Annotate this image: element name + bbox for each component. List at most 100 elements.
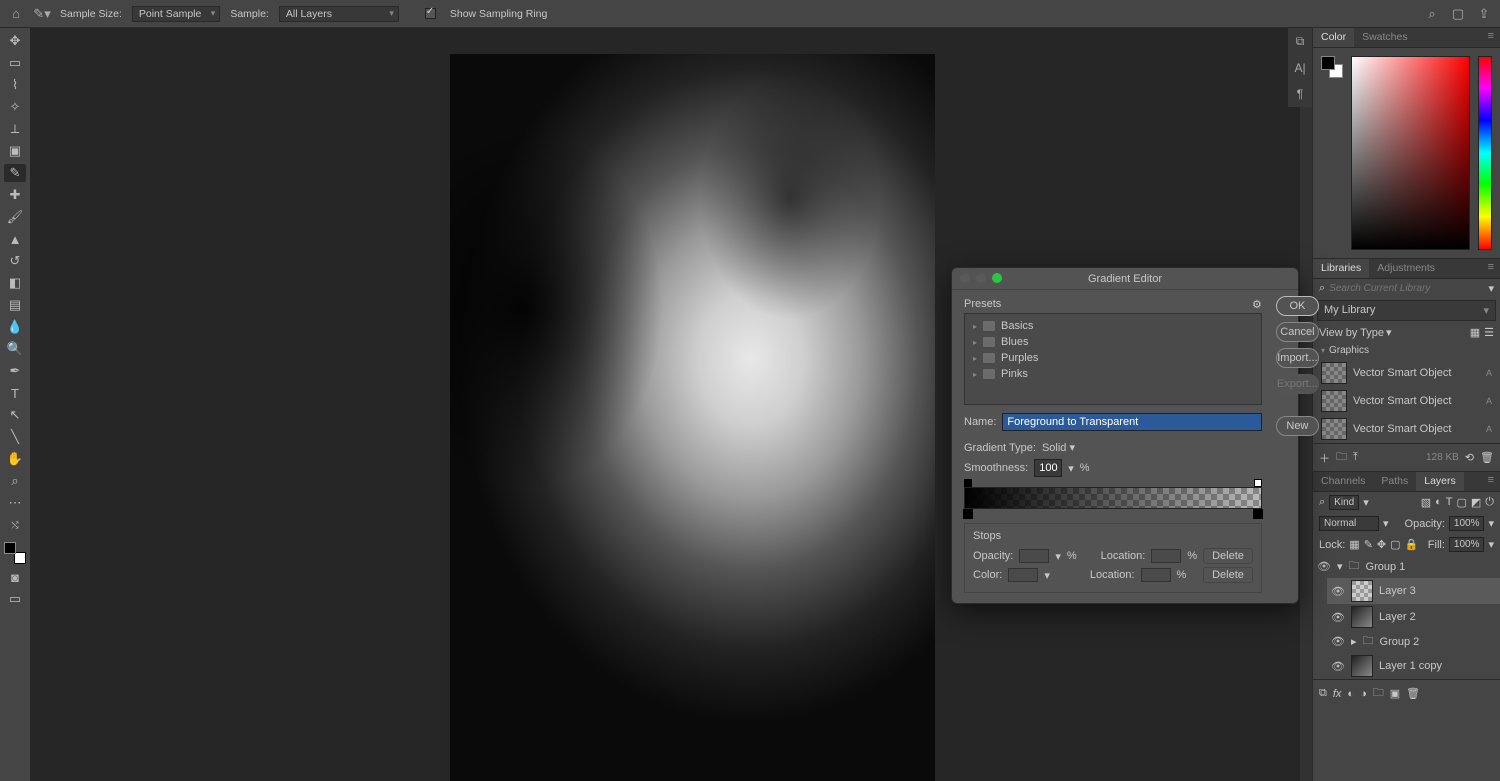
ok-button[interactable]: OK bbox=[1276, 296, 1319, 316]
layer-row[interactable]: 👁▸🗀Group 2 bbox=[1327, 630, 1500, 653]
upload-icon[interactable]: ⤒ bbox=[1353, 451, 1358, 464]
layer-row[interactable]: 👁Layer 2 bbox=[1327, 604, 1500, 630]
color-stop[interactable] bbox=[963, 509, 973, 519]
color-picker[interactable] bbox=[1313, 48, 1500, 258]
history-brush-tool[interactable]: ↺ bbox=[4, 252, 26, 270]
library-search-input[interactable] bbox=[1329, 283, 1484, 294]
color-panel-menu-icon[interactable]: ≡ bbox=[1482, 28, 1500, 47]
visibility-icon[interactable]: 👁 bbox=[1331, 635, 1345, 648]
lock-nest-icon[interactable]: ▢ bbox=[1390, 538, 1400, 551]
crop-tool[interactable]: ⟂ bbox=[4, 120, 26, 138]
cancel-button[interactable]: Cancel bbox=[1276, 322, 1319, 342]
preset-folder[interactable]: ▸Purples bbox=[965, 350, 1261, 366]
library-dropdown[interactable]: My Library bbox=[1317, 300, 1496, 321]
grid-view-icon[interactable]: ▦ bbox=[1470, 326, 1480, 339]
gradient-type-dropdown[interactable]: Solid ▾ bbox=[1042, 441, 1075, 454]
mask-icon[interactable]: ◐ bbox=[1347, 688, 1354, 700]
filter-pixel-icon[interactable]: ▧ bbox=[1421, 496, 1431, 509]
dodge-tool[interactable]: 🔍 bbox=[4, 340, 26, 358]
frame-tool[interactable]: ▣ bbox=[4, 142, 26, 160]
brush-tool[interactable]: 🖌 bbox=[4, 208, 26, 226]
new-layer-icon[interactable]: ▣ bbox=[1390, 687, 1400, 700]
filter-adj-icon[interactable]: ◐ bbox=[1435, 496, 1442, 509]
fg-bg-colors[interactable] bbox=[4, 542, 26, 564]
search-icon[interactable]: ⌕ bbox=[1424, 6, 1440, 22]
visibility-icon[interactable]: 👁 bbox=[1331, 660, 1345, 673]
pen-tool[interactable]: ✒ bbox=[4, 362, 26, 380]
layer-row[interactable]: 👁▾🗀Group 1 bbox=[1313, 555, 1500, 578]
marquee-tool[interactable]: ▭ bbox=[4, 54, 26, 72]
gradient-name-input[interactable]: Foreground to Transparent bbox=[1002, 413, 1262, 431]
fgbg-swatch[interactable] bbox=[1321, 56, 1343, 78]
lock-paint-icon[interactable]: ✎ bbox=[1364, 538, 1373, 551]
tab-libraries[interactable]: Libraries bbox=[1313, 259, 1369, 278]
tab-adjustments[interactable]: Adjustments bbox=[1369, 259, 1443, 278]
presets-gear-icon[interactable]: ⚙ bbox=[1252, 298, 1262, 311]
preset-folder[interactable]: ▸Blues bbox=[965, 334, 1261, 350]
more-tools[interactable]: ⋯ bbox=[4, 494, 26, 512]
fill-field[interactable]: 100% bbox=[1449, 537, 1485, 552]
tab-layers[interactable]: Layers bbox=[1416, 472, 1464, 491]
list-item[interactable]: Vector Smart ObjectA bbox=[1313, 415, 1500, 443]
hue-slider[interactable] bbox=[1478, 56, 1492, 250]
show-ring-checkbox[interactable] bbox=[425, 8, 436, 19]
wand-tool[interactable]: ✧ bbox=[4, 98, 26, 116]
tab-paths[interactable]: Paths bbox=[1373, 472, 1416, 491]
heal-tool[interactable]: ✚ bbox=[4, 186, 26, 204]
visibility-icon[interactable]: 👁 bbox=[1331, 611, 1345, 624]
character-panel-icon[interactable]: A| bbox=[1294, 61, 1305, 75]
layers-menu-icon[interactable]: ≡ bbox=[1482, 472, 1500, 491]
zoom-window-icon[interactable] bbox=[992, 273, 1002, 283]
graphics-group[interactable]: Graphics bbox=[1313, 342, 1500, 359]
tab-swatches[interactable]: Swatches bbox=[1354, 28, 1416, 47]
gradient-bar[interactable] bbox=[964, 487, 1262, 509]
eyedropper-tool[interactable]: ✎ bbox=[4, 164, 26, 182]
close-window-icon[interactable] bbox=[960, 273, 970, 283]
tool-preset-icon[interactable]: ✎▾ bbox=[34, 6, 50, 22]
opacity-stop[interactable] bbox=[964, 479, 972, 487]
visibility-icon[interactable]: 👁 bbox=[1331, 585, 1345, 598]
stamp-tool[interactable]: ▲ bbox=[4, 230, 26, 248]
sample-dropdown[interactable]: All Layers bbox=[279, 6, 399, 22]
delete-layer-icon[interactable]: 🗑 bbox=[1406, 687, 1420, 700]
layer-thumb[interactable] bbox=[1351, 580, 1373, 602]
history-panel-icon[interactable]: ⧉ bbox=[1296, 34, 1305, 49]
lasso-tool[interactable]: ⌇ bbox=[4, 76, 26, 94]
quickmask-icon[interactable]: ◙ bbox=[4, 568, 26, 586]
color-stop[interactable] bbox=[1253, 509, 1263, 519]
fx-icon[interactable]: fx bbox=[1333, 688, 1342, 700]
list-item[interactable]: Vector Smart ObjectA bbox=[1313, 359, 1500, 387]
color-spectrum[interactable] bbox=[1351, 56, 1470, 250]
trash-icon[interactable]: 🗑 bbox=[1480, 451, 1494, 464]
libraries-menu-icon[interactable]: ≡ bbox=[1482, 259, 1500, 278]
list-item[interactable]: Vector Smart ObjectA bbox=[1313, 387, 1500, 415]
blend-mode-dropdown[interactable]: Normal bbox=[1319, 516, 1379, 531]
home-icon[interactable]: ⌂ bbox=[8, 6, 24, 22]
eraser-tool[interactable]: ◧ bbox=[4, 274, 26, 292]
new-button[interactable]: New bbox=[1276, 416, 1319, 436]
preset-list[interactable]: ▸Basics ▸Blues ▸Purples ▸Pinks bbox=[964, 313, 1262, 405]
screenmode-icon[interactable]: ▭ bbox=[4, 590, 26, 608]
path-tool[interactable]: ↖ bbox=[4, 406, 26, 424]
preset-folder[interactable]: ▸Pinks bbox=[965, 366, 1261, 382]
blur-tool[interactable]: 💧 bbox=[4, 318, 26, 336]
layer-row[interactable]: 👁Layer 1 copy bbox=[1327, 653, 1500, 679]
folder-icon[interactable]: 🗀 bbox=[1336, 448, 1347, 467]
filter-toggle[interactable]: ⏻ bbox=[1485, 496, 1494, 509]
layer-thumb[interactable] bbox=[1351, 606, 1373, 628]
lock-all-icon[interactable]: 🔒 bbox=[1405, 538, 1419, 551]
filter-smart-icon[interactable]: ◩ bbox=[1471, 496, 1481, 509]
smoothness-input[interactable]: 100 bbox=[1034, 459, 1062, 477]
layer-thumb[interactable] bbox=[1351, 655, 1373, 677]
tab-color[interactable]: Color bbox=[1313, 28, 1354, 47]
layer-row[interactable]: 👁Layer 3 bbox=[1327, 578, 1500, 604]
zoom-tool[interactable]: ⌕ bbox=[4, 472, 26, 490]
share-icon[interactable]: ⇪ bbox=[1476, 6, 1492, 22]
filter-type-icon[interactable]: T bbox=[1446, 496, 1453, 509]
opacity-field[interactable]: 100% bbox=[1449, 516, 1485, 531]
link-icon[interactable]: ⧉ bbox=[1319, 687, 1327, 700]
hand-tool[interactable]: ✋ bbox=[4, 450, 26, 468]
workspace-icon[interactable]: ▢ bbox=[1450, 6, 1466, 22]
lock-trans-icon[interactable]: ▦ bbox=[1349, 538, 1359, 551]
kind-filter[interactable]: Kind bbox=[1329, 495, 1359, 510]
